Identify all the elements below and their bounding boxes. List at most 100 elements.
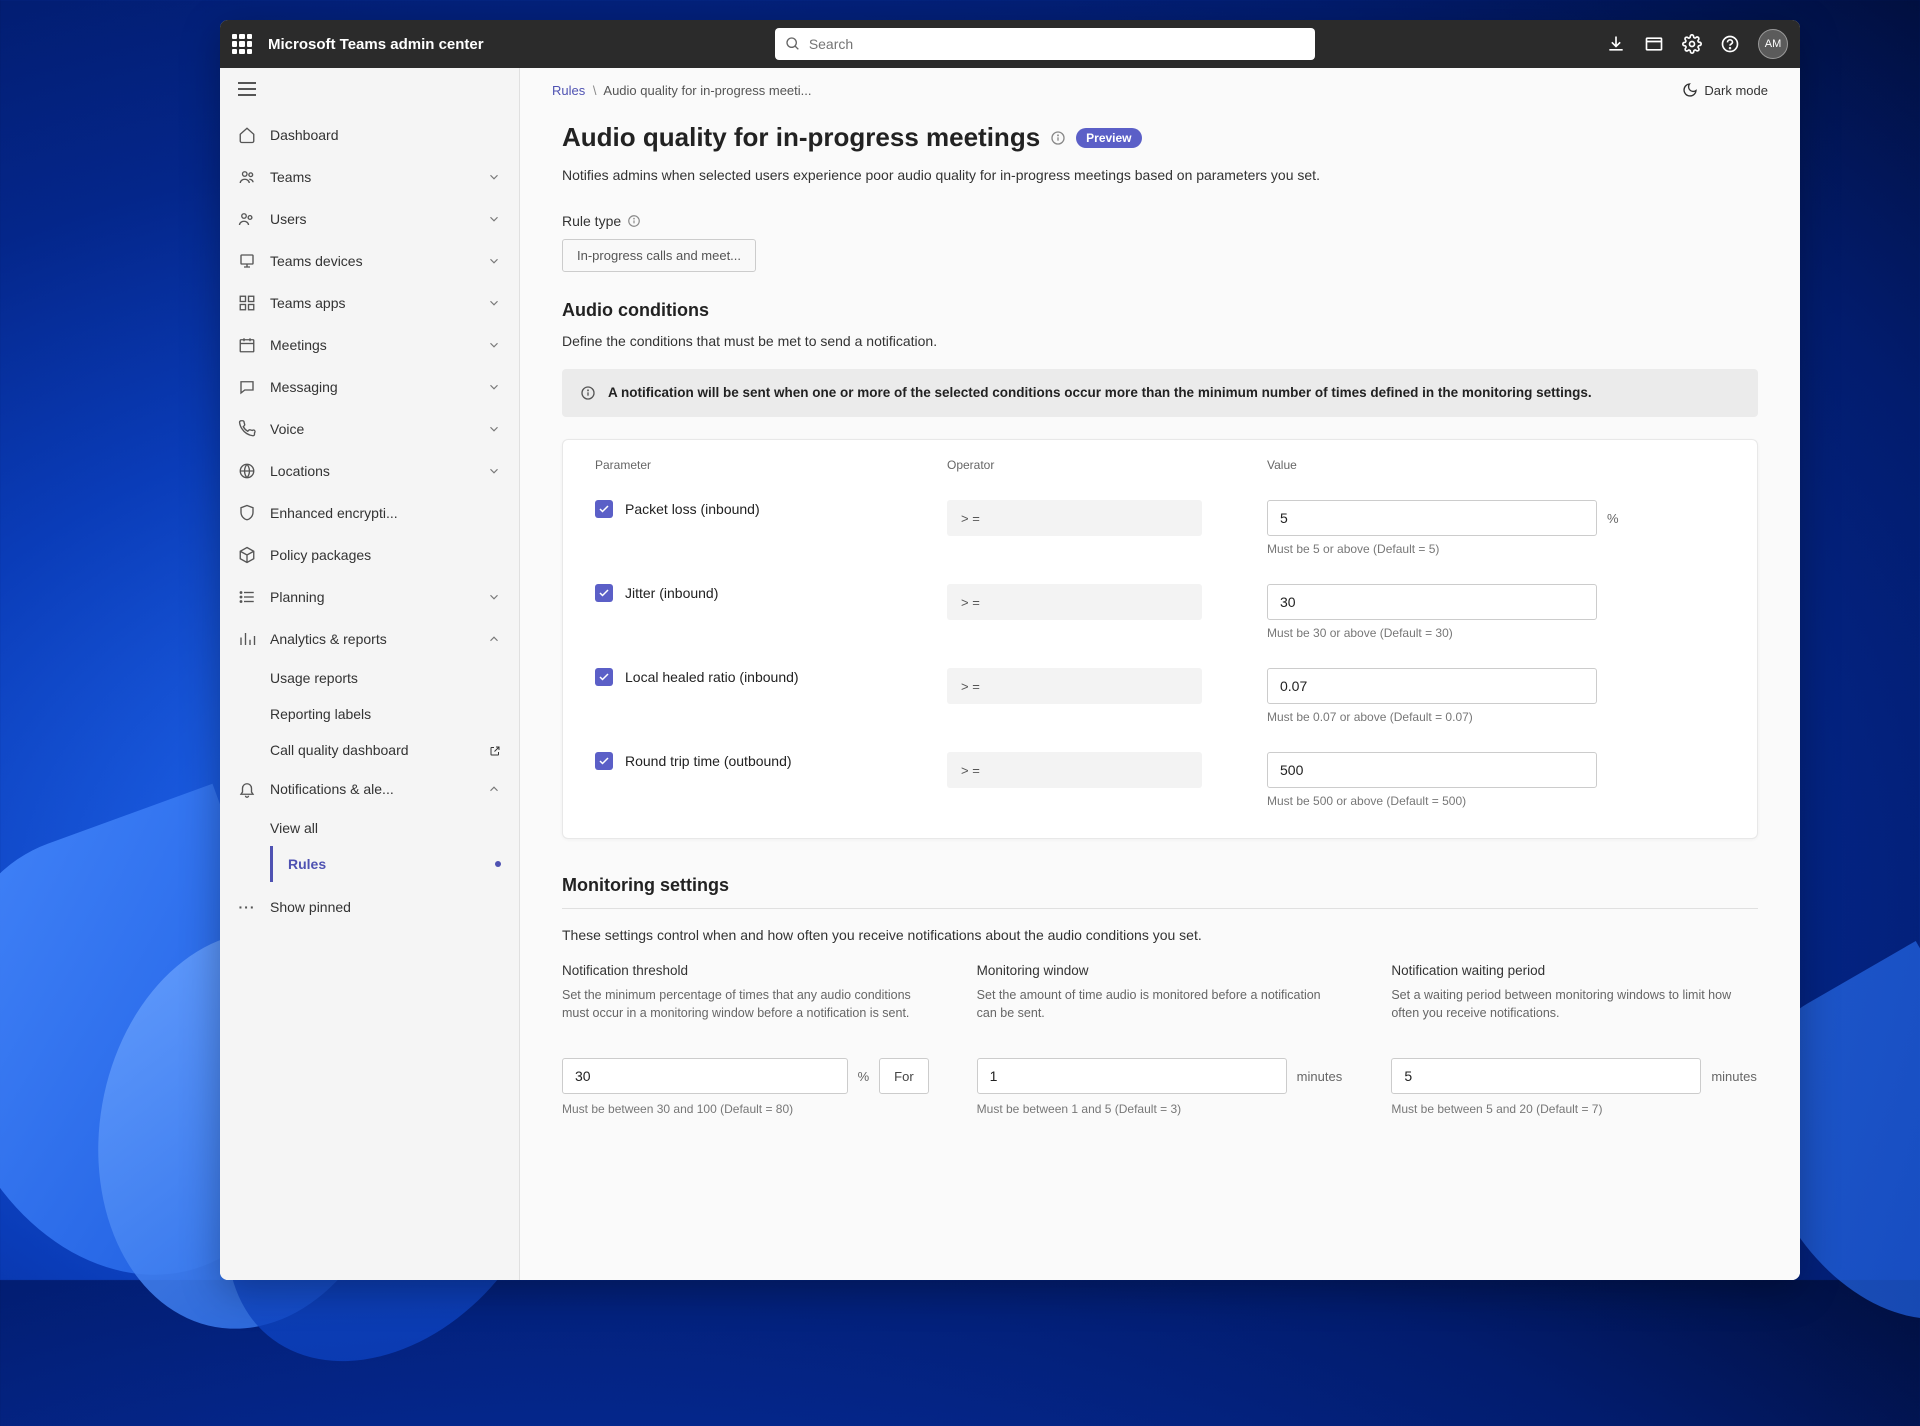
value-input[interactable] bbox=[1267, 668, 1597, 704]
download-icon[interactable] bbox=[1606, 34, 1626, 54]
help-icon[interactable] bbox=[1720, 34, 1740, 54]
sidebar-item-messaging[interactable]: Messaging bbox=[220, 366, 519, 408]
monitoring-column: Notification waiting period Set a waitin… bbox=[1391, 963, 1758, 1116]
info-icon[interactable] bbox=[1050, 130, 1066, 146]
dark-mode-toggle[interactable]: Dark mode bbox=[1682, 82, 1768, 98]
app-launcher-icon[interactable] bbox=[232, 34, 252, 54]
for-label: For bbox=[879, 1058, 929, 1094]
rule-type-label: Rule type bbox=[562, 213, 1758, 229]
monitor-unit: minutes bbox=[1297, 1069, 1343, 1084]
condition-checkbox[interactable] bbox=[595, 752, 613, 770]
chevron-down-icon bbox=[487, 254, 501, 268]
sidebar-item-dashboard[interactable]: Dashboard bbox=[220, 114, 519, 156]
sidebar-item-teams-devices[interactable]: Teams devices bbox=[220, 240, 519, 282]
operator-field: > = bbox=[947, 584, 1202, 620]
package-icon bbox=[238, 546, 256, 564]
window-icon[interactable] bbox=[1644, 34, 1664, 54]
sidebar-subitem-view-all[interactable]: View all bbox=[270, 810, 519, 846]
home-icon bbox=[238, 126, 256, 144]
audio-conditions-title: Audio conditions bbox=[562, 300, 1758, 321]
settings-icon[interactable] bbox=[1682, 34, 1702, 54]
value-input[interactable] bbox=[1267, 500, 1597, 536]
header-operator: Operator bbox=[947, 458, 1267, 472]
value-hint: Must be 0.07 or above (Default = 0.07) bbox=[1267, 710, 1733, 724]
sidebar-item-notifications-ale-[interactable]: Notifications & ale... bbox=[220, 768, 519, 810]
more-icon: ··· bbox=[238, 898, 256, 916]
monitor-label: Notification threshold bbox=[562, 963, 929, 978]
value-hint: Must be 30 or above (Default = 30) bbox=[1267, 626, 1733, 640]
search-icon bbox=[785, 36, 801, 52]
topbar: Microsoft Teams admin center AM bbox=[220, 20, 1800, 68]
monitoring-column: Monitoring window Set the amount of time… bbox=[977, 963, 1344, 1116]
sidebar-item-analytics-reports[interactable]: Analytics & reports bbox=[220, 618, 519, 660]
show-pinned-button[interactable]: ··· Show pinned bbox=[220, 886, 519, 928]
sidebar-item-locations[interactable]: Locations bbox=[220, 450, 519, 492]
sidebar-item-teams-apps[interactable]: Teams apps bbox=[220, 282, 519, 324]
sidebar-item-planning[interactable]: Planning bbox=[220, 576, 519, 618]
breadcrumb-current: Audio quality for in-progress meeti... bbox=[603, 83, 811, 98]
chevron-down-icon bbox=[487, 170, 501, 184]
bell-icon bbox=[238, 780, 256, 798]
sidebar-item-enhanced-encrypti-[interactable]: Enhanced encrypti... bbox=[220, 492, 519, 534]
monitor-desc: Set the minimum percentage of times that… bbox=[562, 986, 929, 1040]
chevron-down-icon bbox=[487, 212, 501, 226]
calendar-icon bbox=[238, 336, 256, 354]
parameter-label: Round trip time (outbound) bbox=[625, 753, 792, 769]
monitor-hint: Must be between 30 and 100 (Default = 80… bbox=[562, 1102, 929, 1116]
moon-icon bbox=[1682, 82, 1698, 98]
sidebar-item-users[interactable]: Users bbox=[220, 198, 519, 240]
apps-icon bbox=[238, 294, 256, 312]
shield-icon bbox=[238, 504, 256, 522]
info-icon bbox=[580, 385, 596, 401]
sidebar-item-teams[interactable]: Teams bbox=[220, 156, 519, 198]
breadcrumb-root[interactable]: Rules bbox=[552, 83, 585, 98]
monitoring-column: Notification threshold Set the minimum p… bbox=[562, 963, 929, 1116]
chevron-down-icon bbox=[487, 422, 501, 436]
operator-field: > = bbox=[947, 752, 1202, 788]
condition-checkbox[interactable] bbox=[595, 584, 613, 602]
value-input[interactable] bbox=[1267, 584, 1597, 620]
parameter-label: Local healed ratio (inbound) bbox=[625, 669, 799, 685]
condition-row: Round trip time (outbound) > = Must be 5… bbox=[587, 738, 1733, 822]
audio-conditions-desc: Define the conditions that must be met t… bbox=[562, 333, 1758, 349]
phone-icon bbox=[238, 420, 256, 438]
chevron-down-icon bbox=[487, 380, 501, 394]
analytics-icon bbox=[238, 630, 256, 648]
page-title: Audio quality for in-progress meetings bbox=[562, 122, 1040, 153]
condition-row: Local healed ratio (inbound) > = Must be… bbox=[587, 654, 1733, 738]
breadcrumb: Rules \ Audio quality for in-progress me… bbox=[552, 83, 812, 98]
sidebar-item-meetings[interactable]: Meetings bbox=[220, 324, 519, 366]
globe-icon bbox=[238, 462, 256, 480]
monitor-desc: Set the amount of time audio is monitore… bbox=[977, 986, 1344, 1040]
info-icon[interactable] bbox=[627, 214, 641, 228]
sidebar-subitem-reporting-labels[interactable]: Reporting labels bbox=[270, 696, 519, 732]
user-avatar[interactable]: AM bbox=[1758, 29, 1788, 59]
chevron-down-icon bbox=[487, 590, 501, 604]
monitor-input[interactable] bbox=[977, 1058, 1287, 1094]
condition-checkbox[interactable] bbox=[595, 500, 613, 518]
operator-field: > = bbox=[947, 500, 1202, 536]
monitor-input[interactable] bbox=[1391, 1058, 1701, 1094]
value-hint: Must be 5 or above (Default = 5) bbox=[1267, 542, 1733, 556]
people-team-icon bbox=[238, 168, 256, 186]
condition-checkbox[interactable] bbox=[595, 668, 613, 686]
monitor-input[interactable] bbox=[562, 1058, 848, 1094]
device-icon bbox=[238, 252, 256, 270]
monitor-hint: Must be between 1 and 5 (Default = 3) bbox=[977, 1102, 1344, 1116]
monitor-unit: % bbox=[858, 1069, 870, 1084]
sidebar-item-policy-packages[interactable]: Policy packages bbox=[220, 534, 519, 576]
sidebar-subitem-usage-reports[interactable]: Usage reports bbox=[270, 660, 519, 696]
search-input[interactable] bbox=[809, 36, 1305, 52]
app-title: Microsoft Teams admin center bbox=[268, 36, 484, 53]
preview-badge: Preview bbox=[1076, 128, 1141, 148]
monitoring-desc: These settings control when and how ofte… bbox=[562, 927, 1758, 943]
header-parameter: Parameter bbox=[587, 458, 947, 472]
sidebar-item-voice[interactable]: Voice bbox=[220, 408, 519, 450]
menu-toggle-button[interactable] bbox=[220, 68, 519, 110]
operator-field: > = bbox=[947, 668, 1202, 704]
rule-type-field: In-progress calls and meet... bbox=[562, 239, 756, 272]
sidebar-subitem-call-quality-dashboard[interactable]: Call quality dashboard bbox=[270, 732, 519, 768]
sidebar-subitem-rules[interactable]: Rules bbox=[270, 846, 519, 882]
search-box[interactable] bbox=[775, 28, 1315, 60]
value-input[interactable] bbox=[1267, 752, 1597, 788]
